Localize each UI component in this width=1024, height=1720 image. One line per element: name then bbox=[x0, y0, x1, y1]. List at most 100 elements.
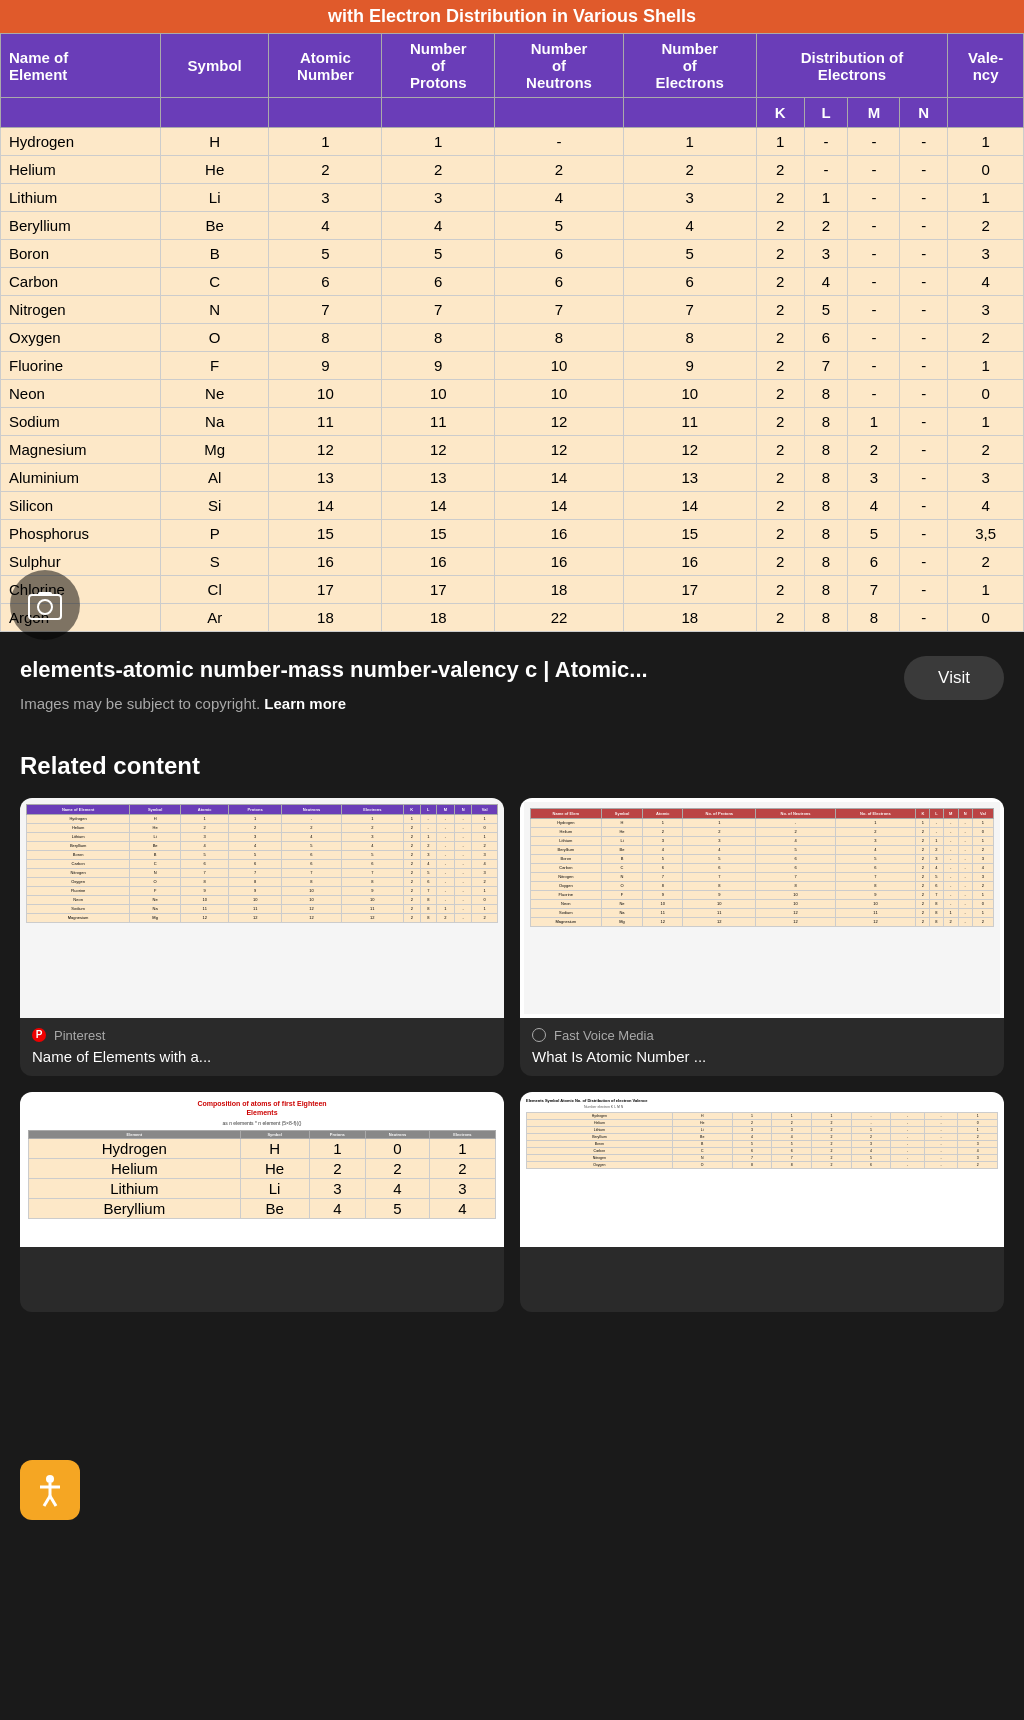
cell-l: 8 bbox=[804, 436, 848, 464]
svg-line-6 bbox=[44, 1496, 50, 1506]
related-card-1[interactable]: Name of Element Symbol Atomic Protons Ne… bbox=[20, 798, 504, 1077]
cell-l: 6 bbox=[804, 324, 848, 352]
col-subheader-m: M bbox=[848, 98, 900, 128]
svg-line-7 bbox=[50, 1496, 56, 1506]
cell-k: 2 bbox=[756, 408, 804, 436]
table-row: Fluorine F 9 9 10 9 2 7 - - 1 bbox=[1, 352, 1024, 380]
cell-symbol: H bbox=[160, 128, 269, 156]
cell-k: 2 bbox=[756, 296, 804, 324]
cell-neutrons: 14 bbox=[495, 492, 624, 520]
bottom-cards: Composition of atoms of first Eighteen E… bbox=[20, 1092, 1004, 1312]
cell-neutrons: 12 bbox=[495, 408, 624, 436]
related-card-4-image: Elements Symbol Atomic No. of Distributi… bbox=[520, 1092, 1004, 1247]
cell-m: 6 bbox=[848, 548, 900, 576]
visit-button[interactable]: Visit bbox=[904, 656, 1004, 700]
cell-n: - bbox=[900, 464, 948, 492]
table-row: Aluminium Al 13 13 14 13 2 8 3 - 3 bbox=[1, 464, 1024, 492]
col-subheader-k: K bbox=[756, 98, 804, 128]
cell-symbol: Be bbox=[160, 212, 269, 240]
col-subheader-electrons bbox=[623, 98, 756, 128]
cell-neutrons: 6 bbox=[495, 268, 624, 296]
screenshot-overlay[interactable] bbox=[10, 570, 80, 640]
accessibility-button[interactable] bbox=[20, 1460, 80, 1520]
cell-valency: 2 bbox=[948, 212, 1024, 240]
cell-valency: 0 bbox=[948, 156, 1024, 184]
related-card-3[interactable]: Composition of atoms of first Eighteen E… bbox=[20, 1092, 504, 1312]
cell-l: 5 bbox=[804, 296, 848, 324]
cell-neutrons: 6 bbox=[495, 240, 624, 268]
cell-k: 2 bbox=[756, 212, 804, 240]
pinterest-icon: P bbox=[32, 1028, 46, 1042]
cell-electrons: 18 bbox=[623, 604, 756, 632]
cell-m: 2 bbox=[848, 436, 900, 464]
cell-protons: 13 bbox=[382, 464, 495, 492]
cell-m: - bbox=[848, 156, 900, 184]
cell-symbol: P bbox=[160, 520, 269, 548]
cell-name: Oxygen bbox=[1, 324, 161, 352]
related-card-1-info: P Pinterest Name of Elements with a... bbox=[20, 1018, 504, 1077]
col-subheader-n: N bbox=[900, 98, 948, 128]
cell-electrons: 5 bbox=[623, 240, 756, 268]
cell-k: 2 bbox=[756, 520, 804, 548]
related-card-4[interactable]: Elements Symbol Atomic No. of Distributi… bbox=[520, 1092, 1004, 1312]
cell-n: - bbox=[900, 520, 948, 548]
col-subheader-atomic bbox=[269, 98, 382, 128]
cell-symbol: B bbox=[160, 240, 269, 268]
cell-atomic: 15 bbox=[269, 520, 382, 548]
cell-valency: 1 bbox=[948, 128, 1024, 156]
cell-n: - bbox=[900, 492, 948, 520]
cell-atomic: 13 bbox=[269, 464, 382, 492]
table-row: Magnesium Mg 12 12 12 12 2 8 2 - 2 bbox=[1, 436, 1024, 464]
cell-protons: 14 bbox=[382, 492, 495, 520]
table-row: Helium He 2 2 2 2 2 - - - 0 bbox=[1, 156, 1024, 184]
cell-electrons: 12 bbox=[623, 436, 756, 464]
globe-icon bbox=[532, 1028, 546, 1042]
cell-k: 2 bbox=[756, 548, 804, 576]
col-subheader-valency bbox=[948, 98, 1024, 128]
cell-atomic: 7 bbox=[269, 296, 382, 324]
cell-l: 2 bbox=[804, 212, 848, 240]
cell-atomic: 14 bbox=[269, 492, 382, 520]
svg-point-1 bbox=[38, 600, 52, 614]
cell-k: 1 bbox=[756, 128, 804, 156]
table-row: Phosphorus P 15 15 16 15 2 8 5 - 3,5 bbox=[1, 520, 1024, 548]
cell-l: 8 bbox=[804, 520, 848, 548]
cell-l: - bbox=[804, 128, 848, 156]
related-card-1-image: Name of Element Symbol Atomic Protons Ne… bbox=[20, 798, 504, 1018]
cell-neutrons: 7 bbox=[495, 296, 624, 324]
cell-m: - bbox=[848, 184, 900, 212]
related-card-1-source: P Pinterest bbox=[32, 1028, 492, 1043]
cell-valency: 3 bbox=[948, 464, 1024, 492]
cell-n: - bbox=[900, 156, 948, 184]
cell-neutrons: 16 bbox=[495, 548, 624, 576]
cell-l: 8 bbox=[804, 408, 848, 436]
related-card-2[interactable]: Name of Elem Symbol Atomic No. of Proton… bbox=[520, 798, 1004, 1077]
cell-protons: 4 bbox=[382, 212, 495, 240]
screenshot-icon bbox=[25, 585, 65, 625]
cell-electrons: 9 bbox=[623, 352, 756, 380]
cell-name: Nitrogen bbox=[1, 296, 161, 324]
cell-m: 5 bbox=[848, 520, 900, 548]
cell-neutrons: 16 bbox=[495, 520, 624, 548]
cell-neutrons: 14 bbox=[495, 464, 624, 492]
cell-k: 2 bbox=[756, 352, 804, 380]
cell-m: - bbox=[848, 240, 900, 268]
cell-valency: 3 bbox=[948, 240, 1024, 268]
table-row: Carbon C 6 6 6 6 2 4 - - 4 bbox=[1, 268, 1024, 296]
elements-table: Name ofElement Symbol AtomicNumber Numbe… bbox=[0, 33, 1024, 632]
col-subheader-name bbox=[1, 98, 161, 128]
table-row: Neon Ne 10 10 10 10 2 8 - - 0 bbox=[1, 380, 1024, 408]
cell-name: Sodium bbox=[1, 408, 161, 436]
cell-m: 1 bbox=[848, 408, 900, 436]
cell-electrons: 4 bbox=[623, 212, 756, 240]
cell-atomic: 9 bbox=[269, 352, 382, 380]
cell-name: Neon bbox=[1, 380, 161, 408]
cell-atomic: 2 bbox=[269, 156, 382, 184]
cell-neutrons: 5 bbox=[495, 212, 624, 240]
cell-k: 2 bbox=[756, 380, 804, 408]
cell-symbol: Na bbox=[160, 408, 269, 436]
table-row: Nitrogen N 7 7 7 7 2 5 - - 3 bbox=[1, 296, 1024, 324]
cell-electrons: 17 bbox=[623, 576, 756, 604]
cell-valency: 1 bbox=[948, 184, 1024, 212]
learn-more-link[interactable]: Learn more bbox=[264, 695, 346, 712]
